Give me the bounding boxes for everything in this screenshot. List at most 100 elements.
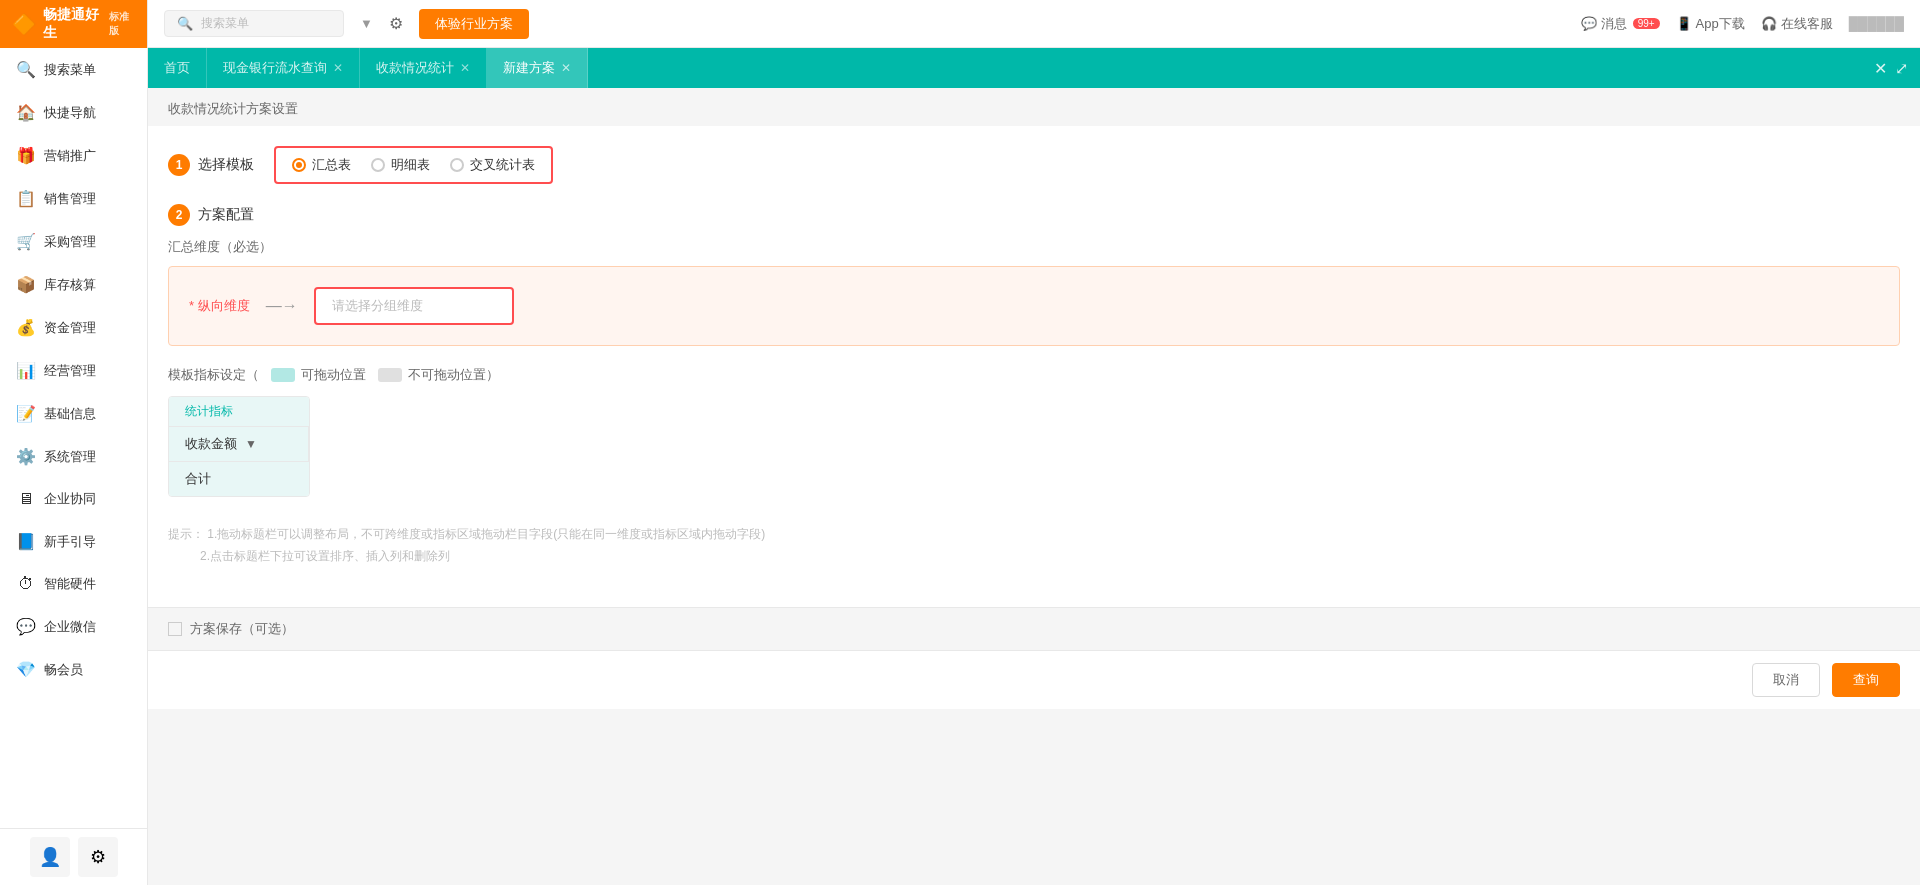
sidebar-item-management[interactable]: 📊 经营管理 — [0, 349, 147, 392]
metrics-cell-amount[interactable]: 收款金额 ▼ — [169, 427, 309, 462]
search-icon: 🔍 — [177, 16, 193, 31]
home-icon: 🏠 — [16, 103, 36, 122]
metrics-cell-label: 收款金额 — [185, 435, 237, 453]
dimension-input[interactable]: 请选择分组维度 — [314, 287, 514, 325]
gear-icon: ⚙️ — [16, 447, 36, 466]
username-display[interactable]: ██████ — [1849, 16, 1904, 31]
trial-button[interactable]: 体验行业方案 — [419, 9, 529, 39]
tab-close-icon[interactable]: ✕ — [460, 61, 470, 75]
tab-label: 首页 — [164, 59, 190, 77]
sidebar-item-basic[interactable]: 📝 基础信息 — [0, 392, 147, 435]
tab-bank-flow[interactable]: 现金银行流水查询 ✕ — [207, 48, 360, 88]
sidebar-item-label: 企业微信 — [44, 618, 96, 636]
tab-new-plan[interactable]: 新建方案 ✕ — [487, 48, 588, 88]
phone-icon: 📱 — [1676, 16, 1692, 31]
app-download-item[interactable]: 📱 App下载 — [1676, 15, 1745, 33]
radio-cross[interactable]: 交叉统计表 — [450, 156, 535, 174]
radio-label-cross: 交叉统计表 — [470, 156, 535, 174]
movable-label: 可拖动位置 — [301, 366, 366, 384]
sidebar-item-search[interactable]: 🔍 搜索菜单 — [0, 48, 147, 91]
tab-home[interactable]: 首页 — [148, 48, 207, 88]
sidebar-item-inventory[interactable]: 📦 库存核算 — [0, 263, 147, 306]
step1-number: 1 — [168, 154, 190, 176]
footer-actions: 取消 查询 — [148, 650, 1920, 709]
step1-header: 1 选择模板 汇总表 明细表 交叉统计表 — [168, 146, 1900, 184]
radio-circle-cross — [450, 158, 464, 172]
query-button[interactable]: 查询 — [1832, 663, 1900, 697]
step2-title: 方案配置 — [198, 206, 254, 224]
radio-summary[interactable]: 汇总表 — [292, 156, 351, 174]
template-selector: 汇总表 明细表 交叉统计表 — [274, 146, 553, 184]
sidebar-item-label: 经营管理 — [44, 362, 96, 380]
close-all-tabs-icon[interactable]: ✕ — [1874, 59, 1887, 78]
sidebar-item-wechat[interactable]: 💬 企业微信 — [0, 605, 147, 648]
cancel-button[interactable]: 取消 — [1752, 663, 1820, 697]
tab-label: 现金银行流水查询 — [223, 59, 327, 77]
metrics-table: 统计指标 收款金额 ▼ 合计 — [168, 396, 310, 497]
online-service-item[interactable]: 🎧 在线客服 — [1761, 15, 1833, 33]
form-panel: 1 选择模板 汇总表 明细表 交叉统计表 — [148, 126, 1920, 607]
dropdown-chevron-icon[interactable]: ▼ — [245, 437, 257, 451]
sales-icon: 📋 — [16, 189, 36, 208]
sidebar-item-label: 快捷导航 — [44, 104, 96, 122]
metrics-cell-total: 合计 — [169, 462, 309, 496]
tab-close-icon[interactable]: ✕ — [333, 61, 343, 75]
sidebar-item-member[interactable]: 💎 畅会员 — [0, 648, 147, 691]
sidebar-settings-btn[interactable]: ⚙ — [78, 837, 118, 877]
sidebar-item-label: 库存核算 — [44, 276, 96, 294]
gear-icon[interactable]: ⚙ — [389, 14, 403, 33]
sidebar: 🔶 畅捷通好生 标准版 🔍 搜索菜单 🏠 快捷导航 🎁 营销推广 📋 销售管理 … — [0, 0, 148, 885]
headset-icon: 🎧 — [1761, 16, 1777, 31]
app-download-label: App下载 — [1696, 15, 1745, 33]
sidebar-item-marketing[interactable]: 🎁 营销推广 — [0, 134, 147, 177]
dimension-area: 纵向维度 —→ 请选择分组维度 — [168, 266, 1900, 346]
hints-line1: 1.拖动标题栏可以调整布局，不可跨维度或指标区域拖动栏目字段(只能在同一维度或指… — [207, 527, 765, 541]
sidebar-item-hardware[interactable]: ⏱ 智能硬件 — [0, 563, 147, 605]
online-service-label: 在线客服 — [1781, 15, 1833, 33]
sidebar-item-guide[interactable]: 📘 新手引导 — [0, 520, 147, 563]
tab-receipt-stats[interactable]: 收款情况统计 ✕ — [360, 48, 487, 88]
sidebar-bottom: 👤 ⚙ — [0, 828, 147, 885]
hints-line2: 2.点击标题栏下拉可设置排序、插入列和删除列 — [200, 549, 450, 563]
sidebar-item-label: 企业协同 — [44, 490, 96, 508]
sidebar-item-system[interactable]: ⚙️ 系统管理 — [0, 435, 147, 478]
sidebar-item-nav[interactable]: 🏠 快捷导航 — [0, 91, 147, 134]
radio-label-detail: 明细表 — [391, 156, 430, 174]
dimension-label: 汇总维度（必选） — [168, 238, 1900, 256]
notification-item[interactable]: 💬 消息 99+ — [1581, 15, 1660, 33]
sidebar-user-btn[interactable]: 👤 — [30, 837, 70, 877]
dimension-placeholder: 请选择分组维度 — [332, 298, 423, 313]
dimension-row: 纵向维度 —→ 请选择分组维度 — [189, 287, 1879, 325]
radio-detail[interactable]: 明细表 — [371, 156, 430, 174]
gift-icon: 🎁 — [16, 146, 36, 165]
dimension-config: 汇总维度（必选） 纵向维度 —→ 请选择分组维度 模板指 — [168, 238, 1900, 567]
sidebar-item-label: 系统管理 — [44, 448, 96, 466]
breadcrumb: 收款情况统计方案设置 — [148, 88, 1920, 126]
step1-section: 1 选择模板 汇总表 明细表 交叉统计表 — [168, 146, 1900, 184]
sidebar-item-label: 销售管理 — [44, 190, 96, 208]
arrow-icon: —→ — [266, 297, 298, 315]
expand-icon[interactable]: ⤢ — [1895, 59, 1908, 78]
tabbar-actions: ✕ ⤢ — [1862, 48, 1920, 88]
legend-movable: 可拖动位置 — [271, 366, 366, 384]
cart-icon: 🛒 — [16, 232, 36, 251]
sidebar-item-enterprise[interactable]: 🖥 企业协同 — [0, 478, 147, 520]
sidebar-item-finance[interactable]: 💰 资金管理 — [0, 306, 147, 349]
metrics-header-text: 模板指标设定（ — [168, 366, 259, 384]
tab-close-icon[interactable]: ✕ — [561, 61, 571, 75]
sidebar-item-sales[interactable]: 📋 销售管理 — [0, 177, 147, 220]
notification-label: 消息 — [1601, 15, 1627, 33]
tab-label: 新建方案 — [503, 59, 555, 77]
metrics-header: 模板指标设定（ 可拖动位置 不可拖动位置） — [168, 366, 1900, 384]
dropdown-arrow-icon[interactable]: ▼ — [360, 16, 373, 31]
monitor-icon: 🖥 — [16, 490, 36, 508]
save-section: 方案保存（可选） — [148, 607, 1920, 650]
search-icon: 🔍 — [16, 60, 36, 79]
sidebar-item-purchase[interactable]: 🛒 采购管理 — [0, 220, 147, 263]
metrics-total-label: 合计 — [185, 471, 211, 486]
save-checkbox[interactable] — [168, 622, 182, 636]
tabbar: 首页 现金银行流水查询 ✕ 收款情况统计 ✕ 新建方案 ✕ ✕ ⤢ — [148, 48, 1920, 88]
step2-section: 2 方案配置 汇总维度（必选） 纵向维度 —→ 请选择分组维度 — [168, 204, 1900, 567]
search-box[interactable]: 🔍 搜索菜单 — [164, 10, 344, 37]
sidebar-item-label: 畅会员 — [44, 661, 83, 679]
